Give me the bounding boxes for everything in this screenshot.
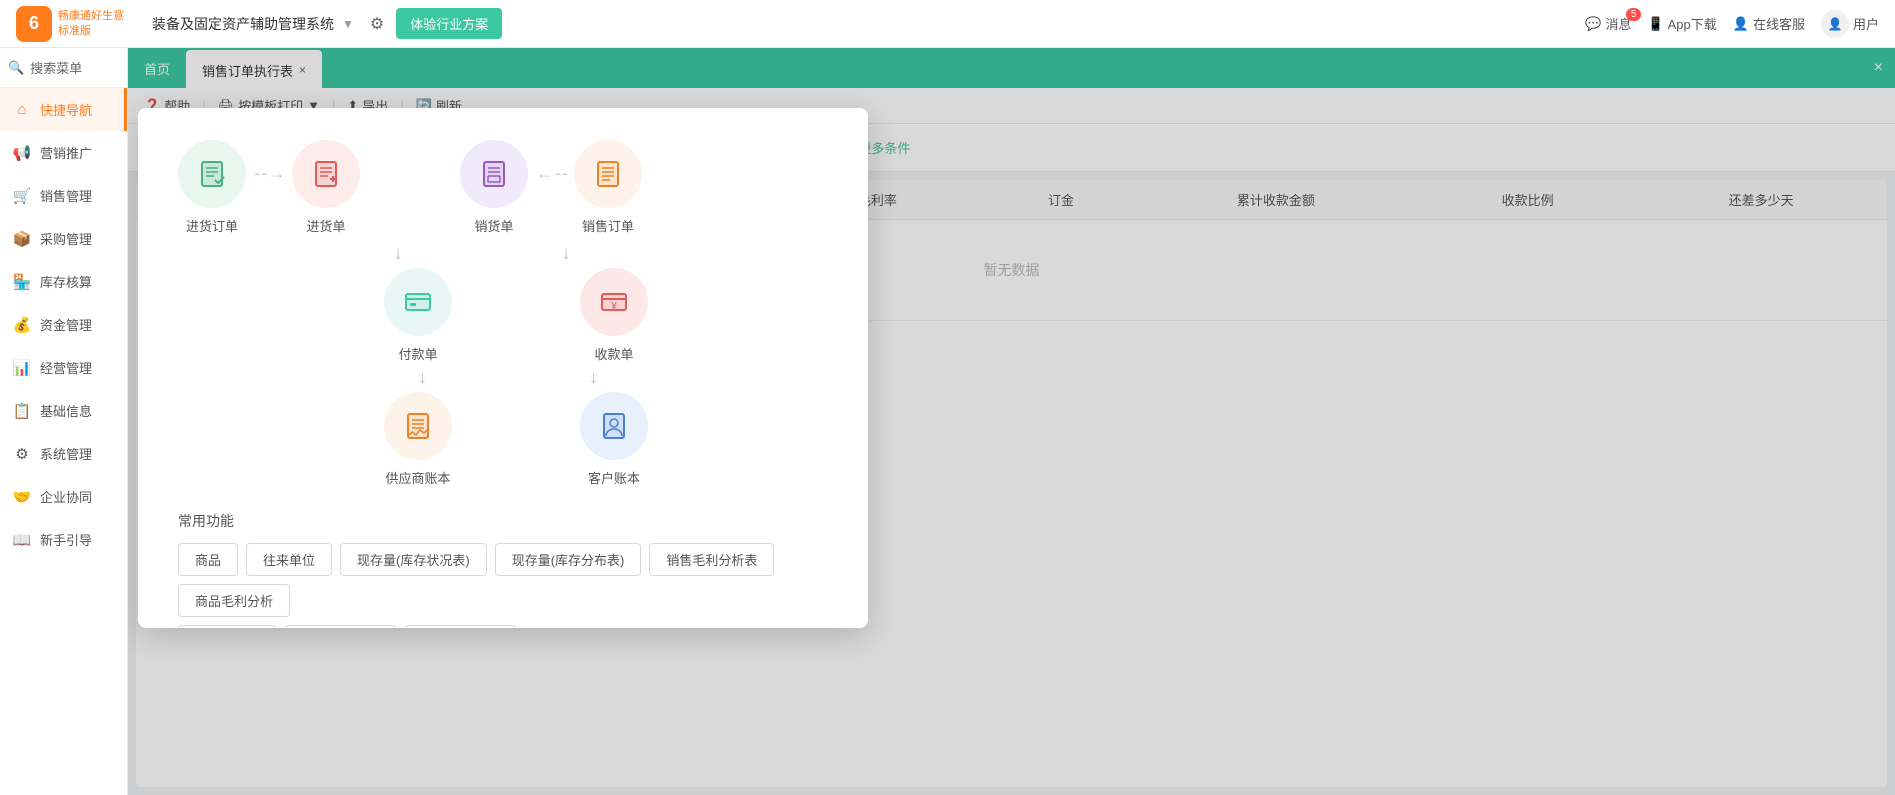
sidebar-item-marketing[interactable]: 📢 营销推广 bbox=[0, 131, 127, 174]
sidebar-nav: ⌂ 快捷导航 📢 营销推广 🛒 销售管理 📦 采购管理 🏪 库存核算 bbox=[0, 88, 127, 795]
system-title-text: 装备及固定资产辅助管理系统 bbox=[152, 14, 334, 34]
func-btn-stock-status[interactable]: 现存量(库存状况表) bbox=[340, 543, 487, 576]
settings-icon[interactable]: ⚙ bbox=[370, 14, 384, 34]
sidebar-item-quick-nav[interactable]: ⌂ 快捷导航 bbox=[0, 88, 127, 131]
enterprise-icon: 🤝 bbox=[12, 488, 32, 506]
svg-text:¥: ¥ bbox=[610, 301, 617, 312]
func-buttons-row2: 销售排行榜 收款情况统计 付款情况统计 bbox=[178, 625, 828, 628]
sidebar-item-inventory[interactable]: 🏪 库存核算 bbox=[0, 260, 127, 303]
online-service-button[interactable]: 👤 在线客服 bbox=[1733, 14, 1805, 33]
arrow-po-to-pb: - - → bbox=[254, 163, 284, 184]
customer-account-label: 客户账本 bbox=[588, 468, 640, 487]
arrow-pb-down: ↓ bbox=[394, 243, 403, 264]
purchase-bill-circle[interactable] bbox=[292, 140, 360, 208]
message-badge: 5 bbox=[1626, 8, 1642, 21]
arrow-so-to-sb: ← - - bbox=[536, 163, 566, 184]
system-dropdown-icon[interactable]: ▼ bbox=[342, 17, 354, 31]
purchase-order-circle[interactable] bbox=[178, 140, 246, 208]
arrow-pay-down: ↓ bbox=[418, 367, 427, 388]
service-icon: 👤 bbox=[1733, 16, 1749, 32]
sysmgmt-icon: ⚙ bbox=[12, 445, 32, 463]
flow-item-purchase-bill: 进货单 bbox=[292, 140, 360, 235]
func-btn-receipt-stat[interactable]: 收款情况统计 bbox=[285, 625, 397, 628]
search-icon: 🔍 bbox=[8, 60, 24, 76]
modal-body: 进货订单 - - → 进货单 bbox=[138, 108, 868, 628]
phone-icon: 📱 bbox=[1647, 16, 1663, 32]
trial-button[interactable]: 体验行业方案 bbox=[396, 8, 502, 39]
receipt-label: 收款单 bbox=[594, 344, 633, 363]
app-download-button[interactable]: 📱 App下载 bbox=[1647, 14, 1716, 33]
sidebar-item-basic-info[interactable]: 📋 基础信息 bbox=[0, 389, 127, 432]
message-icon: 💬 bbox=[1585, 16, 1601, 32]
inventory-icon: 🏪 bbox=[12, 273, 32, 291]
func-btn-sales-profit[interactable]: 销售毛利分析表 bbox=[649, 543, 774, 576]
sidebar-item-operations[interactable]: 📊 经营管理 bbox=[0, 346, 127, 389]
func-btn-goods-profit[interactable]: 商品毛利分析 bbox=[178, 584, 290, 617]
avatar: 👤 bbox=[1821, 10, 1849, 38]
marketing-icon: 📢 bbox=[12, 144, 32, 162]
supplier-account-label: 供应商账本 bbox=[385, 468, 450, 487]
system-title: 装备及固定资产辅助管理系统 ▼ ⚙ bbox=[152, 14, 384, 34]
func-buttons: 商品 往来单位 现存量(库存状况表) 现存量(库存分布表) 销售毛利分析表 商品… bbox=[178, 543, 828, 617]
sidebar-item-purchase[interactable]: 📦 采购管理 bbox=[0, 217, 127, 260]
flow-item-sale-order: 销售订单 bbox=[574, 140, 642, 235]
top-bar-right: 💬 消息 5 📱 App下载 👤 在线客服 👤 用户 bbox=[1585, 10, 1879, 38]
sidebar-item-sales[interactable]: 🛒 销售管理 bbox=[0, 174, 127, 217]
func-btn-stock-dist[interactable]: 现存量(库存分布表) bbox=[495, 543, 642, 576]
beginner-icon: 📖 bbox=[12, 531, 32, 549]
sidebar-item-sys-mgmt[interactable]: ⚙ 系统管理 bbox=[0, 432, 127, 475]
purchase-bill-label: 进货单 bbox=[306, 216, 345, 235]
modal: 进货订单 - - → 进货单 bbox=[138, 108, 868, 628]
purchase-order-label: 进货订单 bbox=[186, 216, 238, 235]
logo-icon: 6 bbox=[16, 6, 52, 42]
flow-item-sale-bill: 销货单 bbox=[460, 140, 528, 235]
message-button[interactable]: 💬 消息 5 bbox=[1585, 14, 1631, 33]
arrow-rec-down: ↓ bbox=[589, 367, 598, 388]
receipt-circle[interactable]: ¥ bbox=[580, 268, 648, 336]
func-btn-goods[interactable]: 商品 bbox=[178, 543, 238, 576]
sidebar-item-finance[interactable]: 💰 资金管理 bbox=[0, 303, 127, 346]
sidebar-search[interactable]: 🔍 搜索菜单 bbox=[0, 48, 127, 88]
common-functions: 常用功能 商品 往来单位 现存量(库存状况表) 现存量(库存分布表) 销售毛利分… bbox=[178, 511, 828, 628]
sales-icon: 🛒 bbox=[12, 187, 32, 205]
payment-label: 付款单 bbox=[398, 344, 437, 363]
sidebar-item-enterprise[interactable]: 🤝 企业协同 bbox=[0, 475, 127, 518]
flow-item-customer-account: 客户账本 bbox=[580, 392, 648, 487]
customer-account-circle[interactable] bbox=[580, 392, 648, 460]
sale-order-label: 销售订单 bbox=[582, 216, 634, 235]
flow-item-receipt: ¥ 收款单 bbox=[580, 268, 648, 363]
flow-item-supplier-account: 供应商账本 bbox=[384, 392, 452, 487]
sale-bill-circle[interactable] bbox=[460, 140, 528, 208]
logo-text: 畅康通好生意 标准版 bbox=[58, 9, 124, 38]
top-bar: 6 畅康通好生意 标准版 装备及固定资产辅助管理系统 ▼ ⚙ 体验行业方案 💬 … bbox=[0, 0, 1895, 48]
home-icon: ⌂ bbox=[12, 101, 32, 118]
sidebar: 🔍 搜索菜单 ⌂ 快捷导航 📢 营销推广 🛒 销售管理 📦 采 bbox=[0, 48, 128, 795]
sale-order-circle[interactable] bbox=[574, 140, 642, 208]
purchase-icon: 📦 bbox=[12, 230, 32, 248]
finance-icon: 💰 bbox=[12, 316, 32, 334]
arrow-sb-down: ↓ bbox=[562, 243, 571, 264]
logo-area: 6 畅康通好生意 标准版 bbox=[16, 6, 144, 42]
flow-item-purchase-order: 进货订单 bbox=[178, 140, 246, 235]
operations-icon: 📊 bbox=[12, 359, 32, 377]
modal-overlay: 进货订单 - - → 进货单 bbox=[128, 48, 1895, 795]
flow-item-payment: 付款单 bbox=[384, 268, 452, 363]
content-area: 首页 销售订单执行表 × × ❓ 帮助 | 🖨 按模板打印 ▼ bbox=[128, 48, 1895, 795]
payment-circle[interactable] bbox=[384, 268, 452, 336]
basicinfo-icon: 📋 bbox=[12, 402, 32, 420]
user-menu[interactable]: 👤 用户 bbox=[1821, 10, 1879, 38]
func-btn-sales-rank[interactable]: 销售排行榜 bbox=[178, 625, 277, 628]
sidebar-item-beginner[interactable]: 📖 新手引导 bbox=[0, 518, 127, 561]
sale-bill-label: 销货单 bbox=[474, 216, 513, 235]
supplier-account-circle[interactable] bbox=[384, 392, 452, 460]
func-btn-payment-stat[interactable]: 付款情况统计 bbox=[405, 625, 517, 628]
common-functions-title: 常用功能 bbox=[178, 511, 828, 531]
main-area: 🔍 搜索菜单 ⌂ 快捷导航 📢 营销推广 🛒 销售管理 📦 采 bbox=[0, 48, 1895, 795]
func-btn-partners[interactable]: 往来单位 bbox=[246, 543, 332, 576]
